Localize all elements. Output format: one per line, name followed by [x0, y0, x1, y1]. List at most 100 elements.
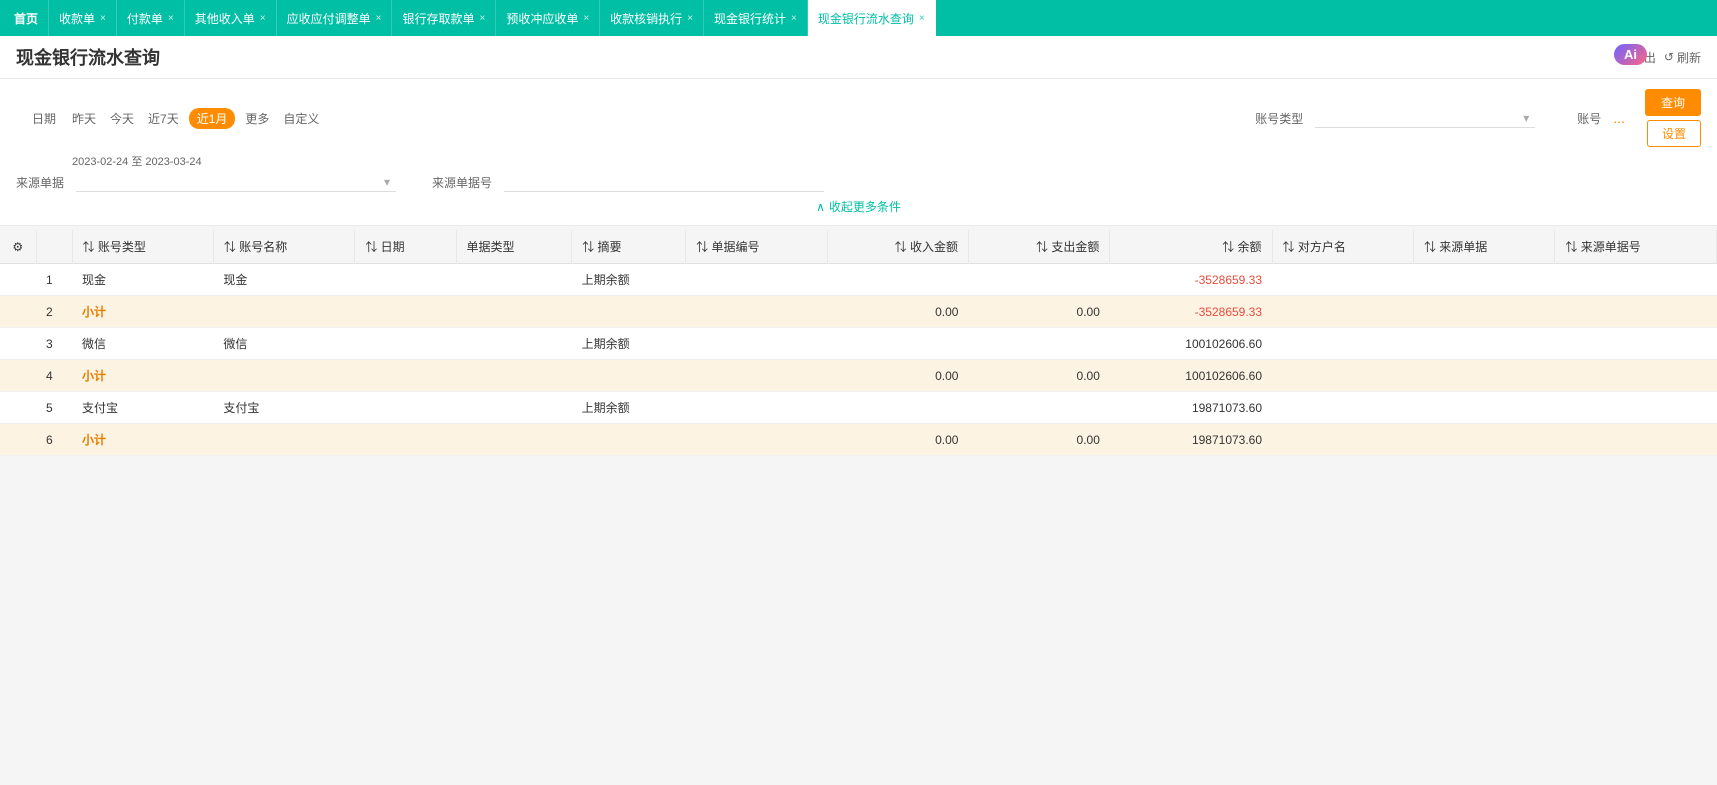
nav-tab-collection-exec[interactable]: 收款核销执行 ×	[600, 0, 704, 36]
date-btn-yesterday[interactable]: 昨天	[68, 108, 100, 129]
refresh-icon: ↺	[1664, 50, 1674, 64]
row-expense: 0.00	[968, 424, 1109, 456]
col-summary[interactable]: ⇅ 摘要	[572, 230, 686, 264]
refresh-label: 刷新	[1677, 49, 1701, 66]
col-account-name[interactable]: ⇅ 账号名称	[213, 230, 354, 264]
date-btn-7days[interactable]: 近7天	[144, 108, 183, 129]
date-options: 昨天 今天 近7天 近1月 更多 自定义	[68, 108, 323, 129]
col-doc-type[interactable]: 单据类型	[456, 230, 572, 264]
nav-tab-home[interactable]: 首页	[4, 0, 49, 36]
row-summary: 上期余额	[572, 264, 686, 296]
collapse-button[interactable]: ∧ 收起更多条件	[816, 198, 901, 215]
nav-tab-payment[interactable]: 付款单 ×	[117, 0, 185, 36]
account-type-select[interactable]: ▾	[1315, 109, 1535, 128]
date-btn-today[interactable]: 今天	[106, 108, 138, 129]
account-more-dots[interactable]: ...	[1613, 110, 1625, 126]
row-doc-type	[456, 424, 572, 456]
row-income: 0.00	[827, 296, 968, 328]
query-button[interactable]: 查询	[1645, 89, 1701, 116]
source-doc-no-input[interactable]	[504, 173, 824, 192]
row-counterpart	[1272, 360, 1413, 392]
nav-tab-payment-label: 付款单	[127, 10, 163, 27]
nav-tab-bank-deposit[interactable]: 银行存取款单 ×	[392, 0, 496, 36]
row-account-type: 小计	[72, 296, 213, 328]
row-source-doc-no	[1555, 424, 1717, 456]
row-income	[827, 328, 968, 360]
row-account-type: 微信	[72, 328, 213, 360]
row-source-doc-no	[1555, 392, 1717, 424]
row-doc-no	[686, 264, 827, 296]
nav-tab-cash-bank-flow[interactable]: 现金银行流水查询 ×	[808, 0, 936, 36]
col-source-doc-no[interactable]: ⇅ 来源单据号	[1555, 230, 1717, 264]
row-account-name: 支付宝	[213, 392, 354, 424]
col-doc-no[interactable]: ⇅ 单据编号	[686, 230, 827, 264]
top-nav: 首页 收款单 × 付款单 × 其他收入单 × 应收应付调整单 × 银行存取款单 …	[0, 0, 1717, 36]
date-btn-more[interactable]: 更多	[241, 108, 273, 129]
refresh-button[interactable]: ↺ 刷新	[1664, 49, 1701, 66]
nav-tab-other-income[interactable]: 其他收入单 ×	[185, 0, 277, 36]
source-doc-no-label: 来源单据号	[432, 174, 492, 191]
nav-tab-advance-offset[interactable]: 预收冲应收单 ×	[496, 0, 600, 36]
date-btn-1month[interactable]: 近1月	[189, 108, 236, 129]
nav-tab-other-income-close[interactable]: ×	[260, 13, 266, 24]
col-expense[interactable]: ⇅ 支出金额	[968, 230, 1109, 264]
nav-tab-cash-bank-stat-close[interactable]: ×	[791, 13, 797, 24]
row-account-name: 现金	[213, 264, 354, 296]
settings-button[interactable]: 设置	[1647, 120, 1701, 147]
nav-tab-bank-deposit-close[interactable]: ×	[479, 13, 485, 24]
nav-tab-receipt-close[interactable]: ×	[100, 13, 106, 24]
col-counterpart[interactable]: ⇅ 对方户名	[1272, 230, 1413, 264]
nav-tab-receivable-adjust[interactable]: 应收应付调整单 ×	[277, 0, 393, 36]
row-doc-no	[686, 424, 827, 456]
nav-tab-payment-close[interactable]: ×	[168, 13, 174, 24]
nav-tab-receivable-adjust-close[interactable]: ×	[376, 13, 382, 24]
col-index	[36, 230, 72, 264]
nav-tab-collection-exec-close[interactable]: ×	[687, 13, 693, 24]
ai-badge[interactable]: Ai	[1614, 44, 1647, 65]
date-btn-custom[interactable]: 自定义	[279, 108, 323, 129]
table-row: 4 小计 0.00 0.00 100102606.60	[0, 360, 1717, 392]
row-source-doc	[1413, 264, 1554, 296]
source-doc-select[interactable]: ▾	[76, 173, 396, 192]
row-counterpart	[1272, 328, 1413, 360]
row-source-doc-no	[1555, 328, 1717, 360]
filter-right-actions: 查询 设置	[1645, 89, 1701, 147]
col-balance[interactable]: ⇅ 余额	[1110, 230, 1272, 264]
row-account-type: 小计	[72, 360, 213, 392]
col-source-doc[interactable]: ⇅ 来源单据	[1413, 230, 1554, 264]
row-date	[355, 392, 456, 424]
nav-tab-receipt[interactable]: 收款单 ×	[49, 0, 117, 36]
gear-icon[interactable]: ⚙	[12, 240, 23, 254]
row-account-type: 支付宝	[72, 392, 213, 424]
nav-tab-bank-deposit-label: 银行存取款单	[402, 10, 474, 27]
row-expense	[968, 264, 1109, 296]
row-account-name	[213, 296, 354, 328]
row-settings-cell	[0, 328, 36, 360]
row-index: 2	[36, 296, 72, 328]
row-balance: 100102606.60	[1110, 328, 1272, 360]
row-expense	[968, 392, 1109, 424]
source-doc-label: 来源单据	[16, 174, 64, 191]
row-summary: 上期余额	[572, 328, 686, 360]
nav-tab-cash-bank-flow-close[interactable]: ×	[919, 13, 925, 24]
row-source-doc-no	[1555, 360, 1717, 392]
col-date[interactable]: ⇅ 日期	[355, 230, 456, 264]
table-row: 1 现金 现金 上期余额 -3528659.33	[0, 264, 1717, 296]
table-row: 3 微信 微信 上期余额 100102606.60	[0, 328, 1717, 360]
row-account-name: 微信	[213, 328, 354, 360]
nav-tab-cash-bank-stat-label: 现金银行统计	[714, 10, 786, 27]
row-doc-type	[456, 360, 572, 392]
row-balance: -3528659.33	[1110, 296, 1272, 328]
row-date	[355, 328, 456, 360]
col-income[interactable]: ⇅ 收入金额	[827, 230, 968, 264]
nav-tab-advance-offset-close[interactable]: ×	[583, 13, 589, 24]
row-summary: 上期余额	[572, 392, 686, 424]
nav-tab-cash-bank-stat[interactable]: 现金银行统计 ×	[704, 0, 808, 36]
collapse-bar: ∧ 收起更多条件	[16, 198, 1701, 215]
row-source-doc	[1413, 328, 1554, 360]
account-label: 账号	[1571, 110, 1601, 127]
row-summary	[572, 424, 686, 456]
col-account-type[interactable]: ⇅ 账号类型	[72, 230, 213, 264]
row-counterpart	[1272, 264, 1413, 296]
row-summary	[572, 296, 686, 328]
